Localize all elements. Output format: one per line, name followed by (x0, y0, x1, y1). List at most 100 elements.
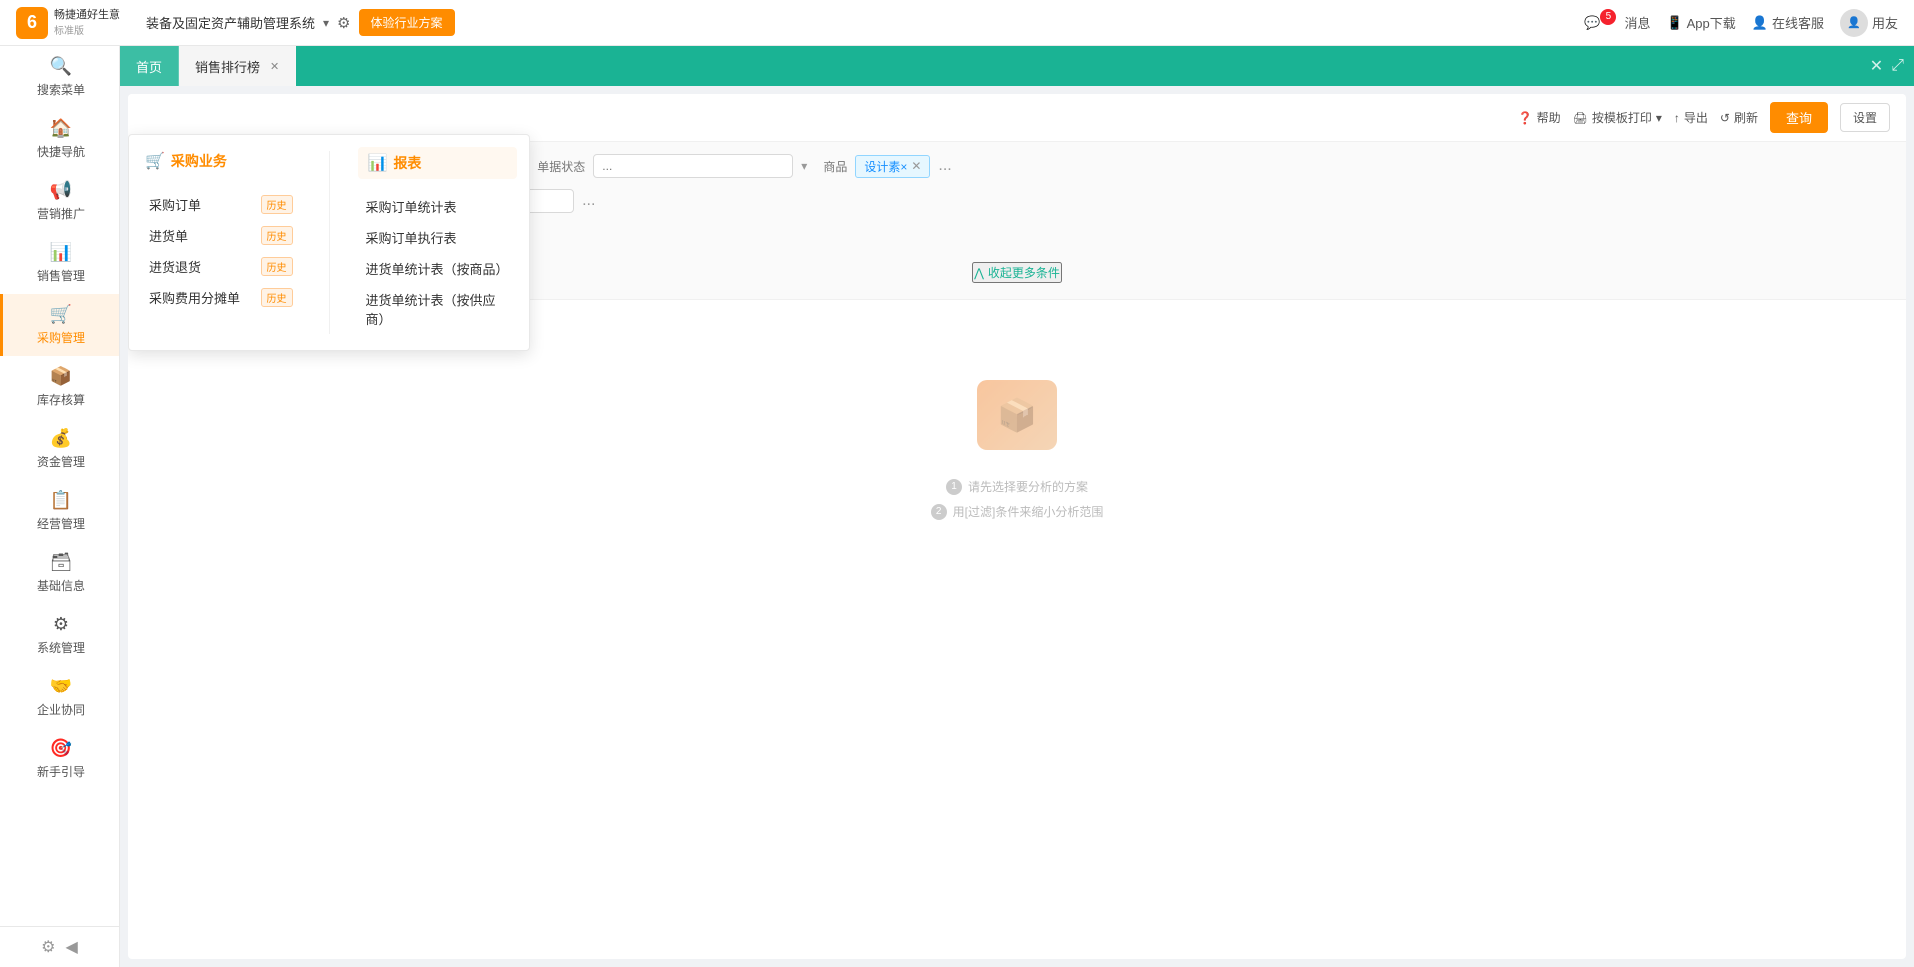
sidebar-label-collab: 企业协同 (37, 701, 85, 718)
goods-dots-btn[interactable]: ... (938, 157, 951, 175)
service-icon: 👤 (1752, 15, 1768, 31)
empty-hint-1: 1 请先选择要分析的方案 (946, 478, 1088, 495)
goods-tag-text: 设计素× (864, 158, 907, 175)
tab-sales-rank[interactable]: 销售排行榜 ✕ (179, 46, 296, 86)
menu-item-order-exec[interactable]: 采购订单执行表 (362, 222, 514, 253)
doc-status-label: 单据状态 (537, 158, 585, 175)
guide-icon: 🎯 (50, 738, 72, 759)
sidebar-label-search: 搜索菜单 (37, 81, 85, 98)
sidebar-item-finance[interactable]: 💰 资金管理 (0, 418, 119, 480)
sidebar-item-marketing[interactable]: 📢 营销推广 (0, 170, 119, 232)
collapse-btn[interactable]: ⋀ 收起更多条件 (972, 262, 1062, 283)
logo-text: 畅捷通好生意 (54, 8, 120, 22)
query-btn[interactable]: 查询 (1770, 102, 1828, 133)
purchase-business-section: 🛒 采购业务 采购订单 历史 进货单 历史 进货退货 历史 采购费用分摊单 (145, 151, 297, 334)
salesman-dots-btn[interactable]: ... (582, 192, 595, 210)
sidebar-item-collab[interactable]: 🤝 企业协同 (0, 666, 119, 728)
online-service-btn[interactable]: 👤 在线客服 (1752, 13, 1824, 32)
export-icon: ↑ (1674, 111, 1680, 125)
sidebar: 🔍 搜索菜单 🏠 快捷导航 📢 营销推广 📊 销售管理 🛒 采购管理 📦 库存核… (0, 46, 120, 967)
help-label: 帮助 (1537, 109, 1561, 126)
sidebar-label-quicknav: 快捷导航 (37, 143, 85, 160)
menu-item-purchase-receipt[interactable]: 进货单 历史 (145, 220, 297, 251)
empty-hint-2: 2 用[过滤]条件来缩小分析范围 (931, 503, 1104, 520)
order-exec-label: 采购订单执行表 (366, 228, 510, 247)
purchase-order-label: 采购订单 (149, 195, 253, 214)
sidebar-item-purchase[interactable]: 🛒 采购管理 (0, 294, 119, 356)
sidebar-label-basic-info: 基础信息 (37, 577, 85, 594)
finance-icon: 💰 (50, 428, 72, 449)
sidebar-item-sales[interactable]: 📊 销售管理 (0, 232, 119, 294)
inventory-icon: 📦 (50, 366, 72, 387)
user-btn[interactable]: 👤 用友 (1840, 9, 1898, 37)
menu-item-purchase-return[interactable]: 进货退货 历史 (145, 251, 297, 282)
refresh-label: 刷新 (1734, 109, 1758, 126)
sidebar-item-guide[interactable]: 🎯 新手引导 (0, 728, 119, 790)
content-area: 🛒 采购业务 采购订单 历史 进货单 历史 进货退货 历史 采购费用分摊单 (128, 94, 1906, 959)
doc-status-dropdown[interactable]: ▾ (801, 159, 807, 173)
sidebar-label-purchase: 采购管理 (37, 329, 85, 346)
sidebar-item-system[interactable]: ⚙ 系统管理 (0, 604, 119, 666)
app-download-label: App下载 (1687, 13, 1736, 32)
filter-goods: 商品 设计素× ✕ ... (823, 155, 951, 178)
empty-icon: 📦 (977, 380, 1057, 460)
doc-status-input[interactable] (593, 154, 793, 178)
tab-home[interactable]: 首页 (120, 46, 179, 86)
sidebar-item-operations[interactable]: 📋 经营管理 (0, 480, 119, 542)
sidebar-collapse-icon[interactable]: ◀ (66, 937, 78, 957)
menu-item-purchase-order[interactable]: 采购订单 历史 (145, 189, 297, 220)
empty-text-2: 用[过滤]条件来缩小分析范围 (953, 503, 1104, 520)
export-btn[interactable]: ↑ 导出 (1674, 109, 1708, 126)
purchase-receipt-history[interactable]: 历史 (261, 226, 293, 245)
sidebar-label-operations: 经营管理 (37, 515, 85, 532)
purchase-reports-title: 📊 报表 (358, 147, 518, 179)
refresh-btn[interactable]: ↺ 刷新 (1720, 109, 1758, 126)
tab-home-label: 首页 (136, 57, 162, 76)
tab-expand-icon[interactable]: ⤢ (1891, 57, 1904, 75)
print-btn[interactable]: 🖨 按模板打印 ▾ (1573, 109, 1662, 126)
print-dropdown-icon[interactable]: ▾ (1656, 111, 1662, 125)
message-icon: 💬 (1584, 15, 1600, 31)
purchase-reports-section: 📊 报表 采购订单统计表 采购订单执行表 进货单统计表（按商品） 进货单统计表（… (362, 151, 514, 334)
gear-icon[interactable]: ⚙ (337, 14, 350, 32)
purchase-section-icon: 🛒 (145, 151, 165, 171)
menu-item-receipt-stats-supplier[interactable]: 进货单统计表（按供应商） (362, 284, 514, 334)
sidebar-label-guide: 新手引导 (37, 763, 85, 780)
purchase-expense-label: 采购费用分摊单 (149, 288, 253, 307)
sidebar-label-finance: 资金管理 (37, 453, 85, 470)
tab-close-all-icon[interactable]: ✕ (1870, 56, 1883, 76)
export-label: 导出 (1684, 109, 1708, 126)
goods-tag-close[interactable]: ✕ (911, 159, 921, 173)
collab-icon: 🤝 (50, 676, 72, 697)
menu-item-receipt-stats-goods[interactable]: 进货单统计表（按商品） (362, 253, 514, 284)
purchase-expense-history[interactable]: 历史 (261, 288, 293, 307)
dropdown-arrow[interactable]: ▾ (323, 16, 329, 30)
purchase-business-title: 🛒 采购业务 (145, 151, 297, 177)
reports-section-icon: 📊 (368, 153, 388, 173)
tab-bar-right: ✕ ⤢ (1870, 46, 1914, 86)
menu-item-order-stats[interactable]: 采购订单统计表 (362, 191, 514, 222)
message-btn[interactable]: 💬 5 消息 (1584, 13, 1650, 32)
purchase-icon: 🛒 (50, 304, 72, 325)
sidebar-item-search[interactable]: 🔍 搜索菜单 (0, 46, 119, 108)
hint-num-1: 1 (946, 479, 962, 495)
search-icon: 🔍 (50, 56, 72, 77)
sidebar-item-basic-info[interactable]: 🗃 基础信息 (0, 542, 119, 604)
purchase-return-history[interactable]: 历史 (261, 257, 293, 276)
help-btn[interactable]: ❓ 帮助 (1518, 109, 1561, 126)
purchase-order-history[interactable]: 历史 (261, 195, 293, 214)
tab-close-icon[interactable]: ✕ (270, 60, 279, 73)
menu-divider (329, 151, 330, 334)
purchase-dropdown-menu: 🛒 采购业务 采购订单 历史 进货单 历史 进货退货 历史 采购费用分摊单 (128, 134, 530, 351)
sidebar-item-inventory[interactable]: 📦 库存核算 (0, 356, 119, 418)
system-title: 装备及固定资产辅助管理系统 (146, 13, 315, 32)
logo: 6 畅捷通好生意 标准版 (16, 7, 136, 39)
sales-icon: 📊 (50, 242, 72, 263)
sidebar-item-quicknav[interactable]: 🏠 快捷导航 (0, 108, 119, 170)
menu-item-purchase-expense[interactable]: 采购费用分摊单 历史 (145, 282, 297, 313)
sidebar-settings-icon[interactable]: ⚙ (41, 937, 55, 957)
system-icon: ⚙ (53, 614, 69, 635)
industry-btn[interactable]: 体验行业方案 (359, 9, 455, 36)
settings-btn[interactable]: 设置 (1840, 103, 1890, 132)
app-download-btn[interactable]: 📱 App下载 (1666, 13, 1735, 32)
